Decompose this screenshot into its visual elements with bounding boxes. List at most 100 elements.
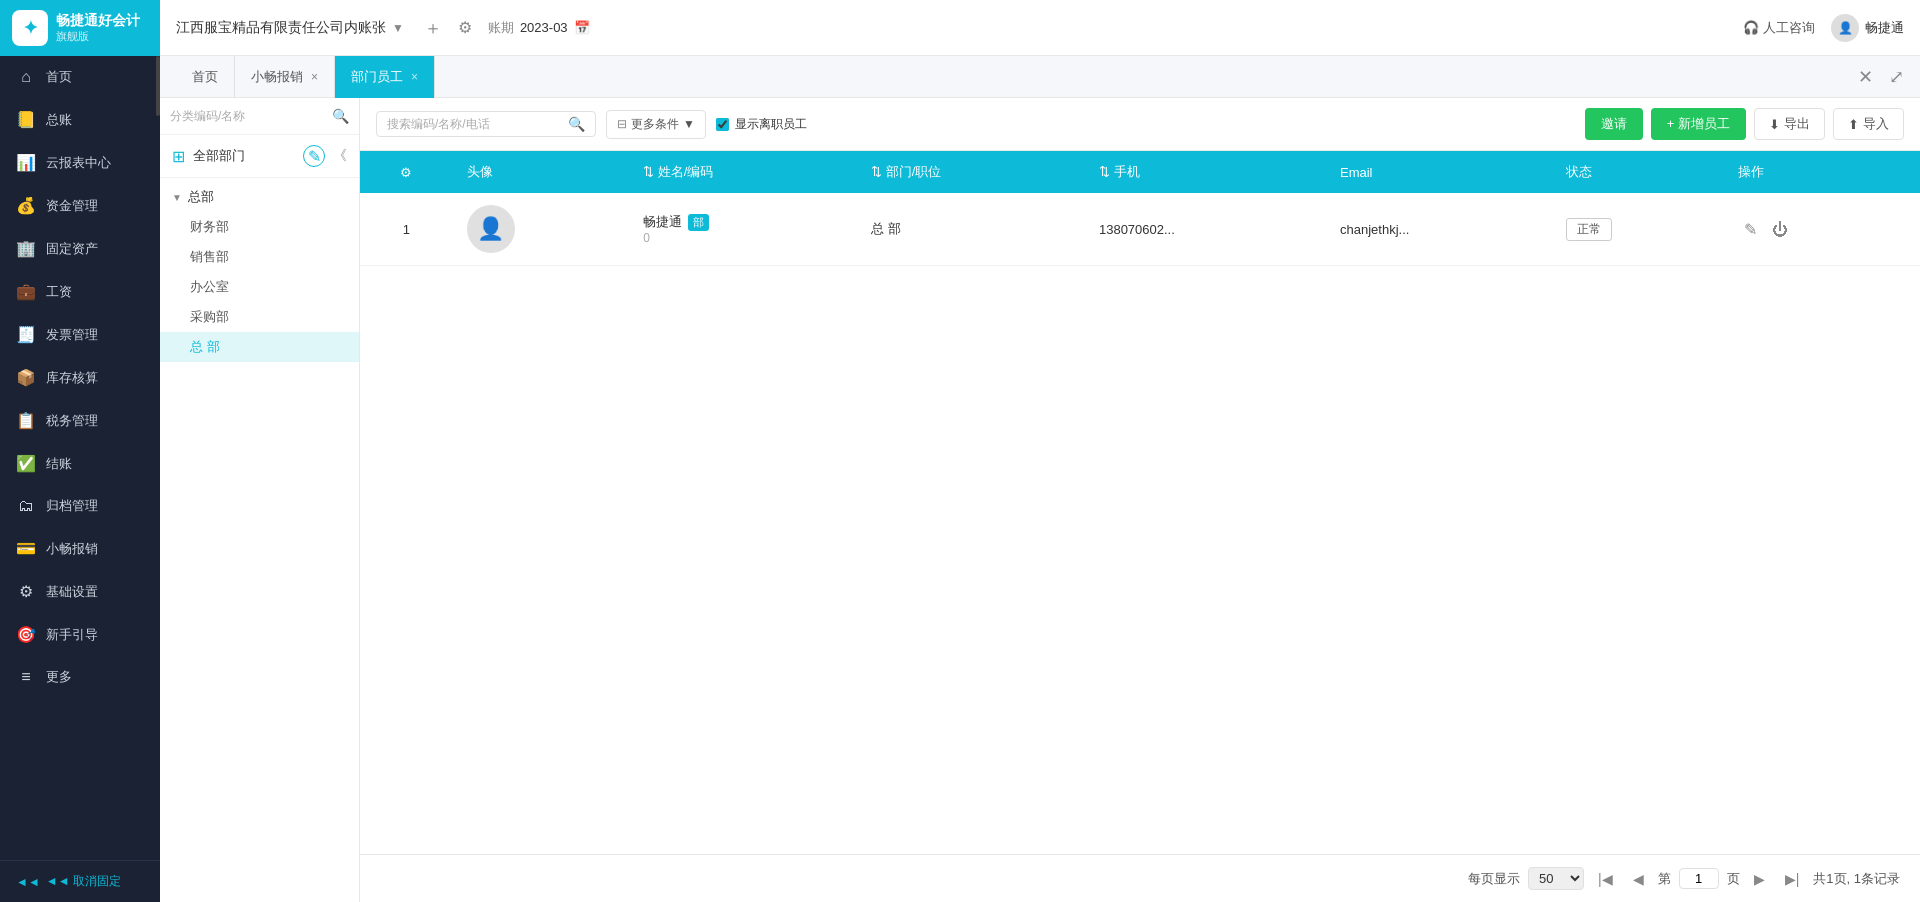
- add-employee-button[interactable]: + 新增员工: [1651, 108, 1746, 140]
- more-icon: ≡: [16, 668, 36, 686]
- sidebar-item-inventory[interactable]: 📦 库存核算: [0, 356, 160, 399]
- home-icon: ⌂: [16, 68, 36, 86]
- sidebar-item-more[interactable]: ≡ 更多: [0, 656, 160, 698]
- dept-parent-headquarters[interactable]: ▼总部: [160, 182, 359, 212]
- unpin-icon: ◄◄: [16, 875, 40, 889]
- dept-collapse-button[interactable]: 《: [333, 147, 347, 165]
- last-page-button[interactable]: ▶|: [1779, 869, 1806, 889]
- edit-button[interactable]: ✎: [1738, 218, 1763, 241]
- avatar-icon: 👤: [1838, 21, 1853, 35]
- sidebar-item-reports[interactable]: 📊 云报表中心: [0, 141, 160, 184]
- next-page-button[interactable]: ▶: [1748, 869, 1771, 889]
- company-selector[interactable]: 江西服宝精品有限责任公司内账张 ▼: [176, 19, 404, 37]
- tab-首页[interactable]: 首页: [176, 56, 235, 98]
- tab-小畅报销[interactable]: 小畅报销×: [235, 56, 335, 98]
- employee-toolbar: 🔍 ⊟ 更多条件 ▼ 显示离职员工 邀请 + 新增员工 ⬇ 导出: [360, 98, 1920, 151]
- sidebar-item-salary[interactable]: 💼 工资: [0, 270, 160, 313]
- employee-table-wrapper: ⚙ 头像 ⇅ 姓名/编码 ⇅ 部门/职位 ⇅ 手机 Email 状态 操作: [360, 151, 1920, 854]
- prev-page-button[interactable]: ◀: [1627, 869, 1650, 889]
- sidebar-item-home[interactable]: ⌂ 首页: [0, 56, 160, 98]
- user-menu[interactable]: 👤 畅捷通: [1831, 14, 1904, 42]
- inventory-icon: 📦: [16, 368, 36, 387]
- dept-search: 🔍: [160, 98, 359, 135]
- service-button[interactable]: 🎧 人工咨询: [1743, 19, 1815, 37]
- col-settings[interactable]: ⚙: [360, 151, 453, 193]
- company-name: 江西服宝精品有限责任公司内账张: [176, 19, 386, 37]
- col-dept-position[interactable]: ⇅ 部门/职位: [857, 151, 1085, 193]
- tab-close-icon[interactable]: ×: [311, 70, 318, 84]
- dept-child-purchase[interactable]: 采购部: [160, 302, 359, 332]
- sidebar-item-funds[interactable]: 💰 资金管理: [0, 184, 160, 227]
- username-label: 畅捷通: [1865, 19, 1904, 37]
- tab-close-icon[interactable]: ×: [411, 70, 418, 84]
- employee-search-input[interactable]: [387, 117, 568, 131]
- right-panel: 🔍 ⊟ 更多条件 ▼ 显示离职员工 邀请 + 新增员工 ⬇ 导出: [360, 98, 1920, 902]
- show-resigned-checkbox[interactable]: 显示离职员工: [716, 116, 807, 133]
- main-area: 江西服宝精品有限责任公司内账张 ▼ ＋ ⚙ 账期 2023-03 📅 🎧 人工咨…: [160, 0, 1920, 902]
- avatar-icon: 👤: [477, 216, 504, 242]
- sidebar-item-invoices[interactable]: 🧾 发票管理: [0, 313, 160, 356]
- closing-icon: ✅: [16, 454, 36, 473]
- tab-label: 首页: [192, 68, 218, 86]
- status-badge: 正常: [1566, 218, 1612, 241]
- logo-icon: ✦: [12, 10, 48, 46]
- page-size-select[interactable]: 50 10 20 100: [1528, 867, 1584, 890]
- pagination: 每页显示 50 10 20 100 |◀ ◀ 第 页 ▶ ▶| 共1页, 1条记…: [360, 854, 1920, 902]
- dept-child-general[interactable]: 总 部: [160, 332, 359, 362]
- col-email: Email: [1326, 151, 1552, 193]
- logout-button[interactable]: ⏻: [1766, 219, 1794, 241]
- dept-child-finance[interactable]: 财务部: [160, 212, 359, 242]
- filter-icon: ⊟: [617, 117, 627, 131]
- assets-icon: 🏢: [16, 239, 36, 258]
- sidebar-item-settings[interactable]: ⚙ 基础设置: [0, 570, 160, 613]
- dept-child-sales[interactable]: 销售部: [160, 242, 359, 272]
- sidebar-scroll: ⌂ 首页 📒 总账 📊 云报表中心 💰 资金管理 🏢 固定资产 💼 工资 🧾 发…: [0, 56, 160, 860]
- dept-edit-button[interactable]: ✎: [303, 145, 325, 167]
- topbar: 江西服宝精品有限责任公司内账张 ▼ ＋ ⚙ 账期 2023-03 📅 🎧 人工咨…: [160, 0, 1920, 56]
- import-icon: ⬆: [1848, 117, 1859, 132]
- resigned-checkbox-input[interactable]: [716, 118, 729, 131]
- settings-icon[interactable]: ⚙: [458, 18, 472, 37]
- col-phone[interactable]: ⇅ 手机: [1085, 151, 1326, 193]
- tab-部门员工[interactable]: 部门员工×: [335, 56, 435, 98]
- employee-table: ⚙ 头像 ⇅ 姓名/编码 ⇅ 部门/职位 ⇅ 手机 Email 状态 操作: [360, 151, 1920, 266]
- sidebar-item-archive[interactable]: 🗂 归档管理: [0, 485, 160, 527]
- expand-button[interactable]: ⤢: [1885, 62, 1908, 92]
- dept-arrow-icon: ▼: [172, 192, 182, 203]
- invoices-icon: 🧾: [16, 325, 36, 344]
- dept-search-input[interactable]: [170, 109, 332, 123]
- employee-name: 畅捷通: [643, 213, 682, 231]
- invite-button[interactable]: 邀请: [1585, 108, 1643, 140]
- sidebar-item-closing[interactable]: ✅ 结账: [0, 442, 160, 485]
- sidebar-item-tax[interactable]: 📋 税务管理: [0, 399, 160, 442]
- close-tab-button[interactable]: ✕: [1854, 62, 1877, 92]
- headset-icon: 🎧: [1743, 20, 1759, 35]
- avatar: 👤: [467, 205, 515, 253]
- search-icon[interactable]: 🔍: [568, 116, 585, 132]
- dept-child-office[interactable]: 办公室: [160, 272, 359, 302]
- dept-header: ⊞ 全部部门 ✎ 《: [160, 135, 359, 178]
- page-number-input[interactable]: [1679, 868, 1719, 889]
- sidebar-footer[interactable]: ◄◄ ◄◄ 取消固定: [0, 860, 160, 902]
- first-page-button[interactable]: |◀: [1592, 869, 1619, 889]
- row-status: 正常: [1552, 193, 1724, 266]
- sidebar-item-assets[interactable]: 🏢 固定资产: [0, 227, 160, 270]
- col-avatar: 头像: [453, 151, 629, 193]
- row-actions: ✎ ⏻: [1724, 193, 1920, 266]
- table-body: 1 👤 畅捷通 部 0 总 部 138070602... chanjethkj.…: [360, 193, 1920, 266]
- col-status: 状态: [1552, 151, 1724, 193]
- sidebar-item-ledger[interactable]: 📒 总账: [0, 98, 160, 141]
- export-button[interactable]: ⬇ 导出: [1754, 108, 1825, 140]
- search-icon[interactable]: 🔍: [332, 108, 349, 124]
- sidebar-item-expense[interactable]: 💳 小畅报销: [0, 527, 160, 570]
- archive-icon: 🗂: [16, 497, 36, 515]
- row-phone: 138070602...: [1085, 193, 1326, 266]
- sidebar-item-guide[interactable]: 🎯 新手引导: [0, 613, 160, 656]
- filter-button[interactable]: ⊟ 更多条件 ▼: [606, 110, 706, 139]
- row-dept: 总 部: [857, 193, 1085, 266]
- add-tab-button[interactable]: ＋: [420, 12, 446, 44]
- import-button[interactable]: ⬆ 导入: [1833, 108, 1904, 140]
- col-name-code[interactable]: ⇅ 姓名/编码: [629, 151, 857, 193]
- calendar-icon[interactable]: 📅: [574, 20, 590, 35]
- expense-icon: 💳: [16, 539, 36, 558]
